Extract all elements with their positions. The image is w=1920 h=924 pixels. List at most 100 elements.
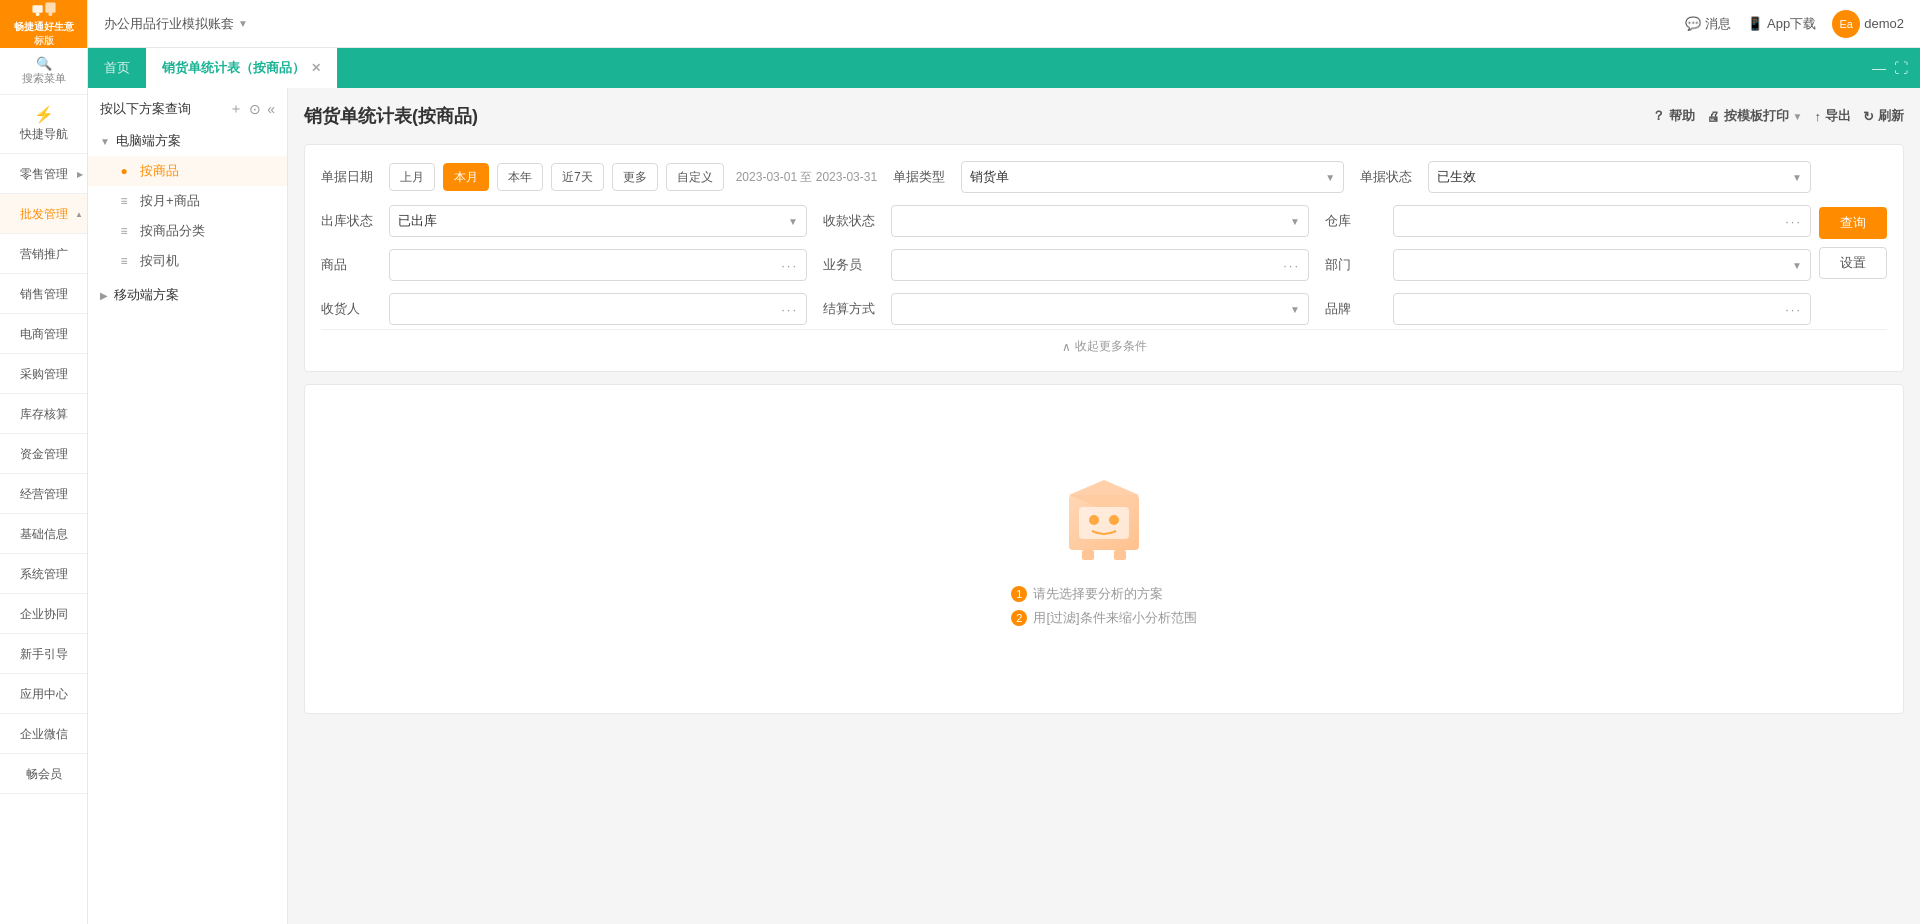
query-button[interactable]: 查询	[1819, 207, 1887, 239]
date-btn-last-month[interactable]: 上月	[389, 163, 435, 191]
product-select[interactable]: ···	[389, 249, 807, 281]
salesperson-select[interactable]: ···	[891, 249, 1309, 281]
collapse-label: 收起更多条件	[1075, 338, 1147, 355]
tab-close-icon[interactable]: ✕	[311, 61, 321, 75]
print-button[interactable]: 🖨 按模板打印 ▼	[1707, 107, 1803, 125]
date-btn-this-year[interactable]: 本年	[497, 163, 543, 191]
desktop-group-title[interactable]: ▼ 电脑端方案	[88, 126, 287, 156]
out-status-select[interactable]: 已出库 ▼	[389, 205, 807, 237]
product-dots: ···	[781, 258, 798, 273]
page-title-actions: ？ 帮助 🖨 按模板打印 ▼ ↑ 导出 ↻ 刷新	[1652, 107, 1904, 125]
filter-warehouse-item: 仓库 ···	[1325, 205, 1811, 237]
app-download-label: App下载	[1767, 15, 1816, 33]
sidebar-item-system[interactable]: 系统管理	[0, 554, 87, 594]
message-icon: 💬	[1685, 16, 1701, 31]
sidebar-item-inventory[interactable]: 库存核算	[0, 394, 87, 434]
page-title: 销货单统计表(按商品)	[304, 104, 478, 128]
dropdown-icon: ▼	[1290, 216, 1300, 227]
sidebar-item-vip[interactable]: 畅会员	[0, 754, 87, 794]
scheme-by-product[interactable]: ● 按商品	[88, 156, 287, 186]
workspace-selector[interactable]: 办公用品行业模拟账套 ▼	[104, 15, 248, 33]
date-btn-more[interactable]: 更多	[612, 163, 658, 191]
receiver-dots: ···	[781, 302, 798, 317]
search-menu-label: 搜索菜单	[0, 71, 87, 86]
page-title-row: 销货单统计表(按商品) ？ 帮助 🖨 按模板打印 ▼ ↑ 导出	[304, 104, 1904, 128]
scheme-by-month-product[interactable]: ≡ 按月+商品	[88, 186, 287, 216]
sidebar-item-wholesale[interactable]: 批发管理 ▲	[0, 194, 87, 234]
date-btn-7days[interactable]: 近7天	[551, 163, 604, 191]
panel-header-actions: ＋ ⊙ «	[229, 100, 275, 118]
brand-select[interactable]: ···	[1393, 293, 1811, 325]
filter-order-status-item: 单据状态 已生效 ▼	[1360, 161, 1811, 193]
export-label: 导出	[1825, 107, 1851, 125]
group-expand-icon: ▼	[100, 136, 110, 147]
tab-sales-stat[interactable]: 销货单统计表（按商品） ✕	[146, 48, 337, 88]
warehouse-select[interactable]: ···	[1393, 205, 1811, 237]
refresh-label: 刷新	[1878, 107, 1904, 125]
date-label: 单据日期	[321, 168, 381, 186]
sidebar-item-guide[interactable]: 新手引导	[0, 634, 87, 674]
chevron-right-icon: ▶	[77, 169, 83, 178]
sidebar-item-wechat[interactable]: 企业微信	[0, 714, 87, 754]
order-status-select[interactable]: 已生效 ▼	[1428, 161, 1811, 193]
mobile-group-label: 移动端方案	[114, 286, 179, 304]
left-panel: 按以下方案查询 ＋ ⊙ « ▼ 电脑端方案 ● 按商品	[88, 88, 288, 924]
sidebar-item-sales[interactable]: 销售管理	[0, 274, 87, 314]
desktop-items: ● 按商品 ≡ 按月+商品 ≡ 按商品分类 ≡ 按司机	[88, 156, 287, 276]
collapse-panel-button[interactable]: «	[267, 101, 275, 117]
avatar-text: Ea	[1840, 18, 1853, 30]
filter-row-3: 商品 ··· 业务员 ···	[321, 249, 1811, 281]
chevron-down-icon: ▲	[75, 209, 83, 218]
product-label: 商品	[321, 256, 381, 274]
order-type-select[interactable]: 销货单 ▼	[961, 161, 1344, 193]
collapse-button[interactable]: ∧ 收起更多条件	[1062, 338, 1147, 355]
empty-state-icon	[1044, 465, 1164, 565]
messages-button[interactable]: 💬 消息	[1685, 15, 1731, 33]
department-select[interactable]: ▼	[1393, 249, 1811, 281]
settings-scheme-button[interactable]: ⊙	[249, 101, 261, 117]
app-download-button[interactable]: 📱 App下载	[1747, 15, 1816, 33]
payment-method-select[interactable]: ▼	[891, 293, 1309, 325]
sidebar-item-operations[interactable]: 经营管理	[0, 474, 87, 514]
window-maximize-icon[interactable]: ⛶	[1894, 60, 1908, 76]
sidebar-item-marketing[interactable]: 营销推广	[0, 234, 87, 274]
svg-point-8	[1109, 515, 1119, 525]
sidebar-item-finance[interactable]: 资金管理	[0, 434, 87, 474]
help-button[interactable]: ？ 帮助	[1652, 107, 1695, 125]
sidebar-item-apps[interactable]: 应用中心	[0, 674, 87, 714]
sidebar-item-enterprise[interactable]: 企业协同	[0, 594, 87, 634]
mobile-group-title[interactable]: ▶ 移动端方案	[88, 280, 287, 310]
sidebar-item-ecommerce[interactable]: 电商管理	[0, 314, 87, 354]
scheme-by-category[interactable]: ≡ 按商品分类	[88, 216, 287, 246]
tab-home-label: 首页	[104, 59, 130, 77]
order-type-value: 销货单	[970, 168, 1009, 186]
window-minimize-icon[interactable]: —	[1872, 60, 1886, 76]
filter-actions: 查询 设置	[1819, 161, 1887, 325]
sidebar-item-basic[interactable]: 基础信息	[0, 514, 87, 554]
refresh-button[interactable]: ↻ 刷新	[1863, 107, 1904, 125]
tab-sales-stat-label: 销货单统计表（按商品）	[162, 59, 305, 77]
date-btn-this-month[interactable]: 本月	[443, 163, 489, 191]
user-menu[interactable]: Ea demo2	[1832, 10, 1904, 38]
export-button[interactable]: ↑ 导出	[1815, 107, 1852, 125]
add-scheme-button[interactable]: ＋	[229, 100, 243, 118]
help-label: 帮助	[1669, 107, 1695, 125]
avatar: Ea	[1832, 10, 1860, 38]
date-btn-custom[interactable]: 自定义	[666, 163, 724, 191]
scheme-by-cashier[interactable]: ≡ 按司机	[88, 246, 287, 276]
filter-brand-item: 品牌 ···	[1325, 293, 1811, 325]
search-menu[interactable]: 🔍 搜索菜单	[0, 48, 87, 95]
sidebar-item-purchase[interactable]: 采购管理	[0, 354, 87, 394]
filter-department-item: 部门 ▼	[1325, 249, 1811, 281]
payment-select[interactable]: ▼	[891, 205, 1309, 237]
filter-row-2: 出库状态 已出库 ▼ 收款状态 ▼	[321, 205, 1811, 237]
sidebar-item-retail[interactable]: 零售管理 ▶	[0, 154, 87, 194]
tab-home[interactable]: 首页	[88, 48, 146, 88]
sidebar-item-quick-nav[interactable]: ⚡ 快捷导航	[0, 95, 87, 154]
messages-label: 消息	[1705, 15, 1731, 33]
quick-nav-label: 快捷导航	[4, 126, 83, 143]
panel-title: 按以下方案查询	[100, 100, 191, 118]
empty-tip-2-text: 用[过滤]条件来缩小分析范围	[1033, 609, 1196, 627]
receiver-select[interactable]: ···	[389, 293, 807, 325]
settings-button[interactable]: 设置	[1819, 247, 1887, 279]
